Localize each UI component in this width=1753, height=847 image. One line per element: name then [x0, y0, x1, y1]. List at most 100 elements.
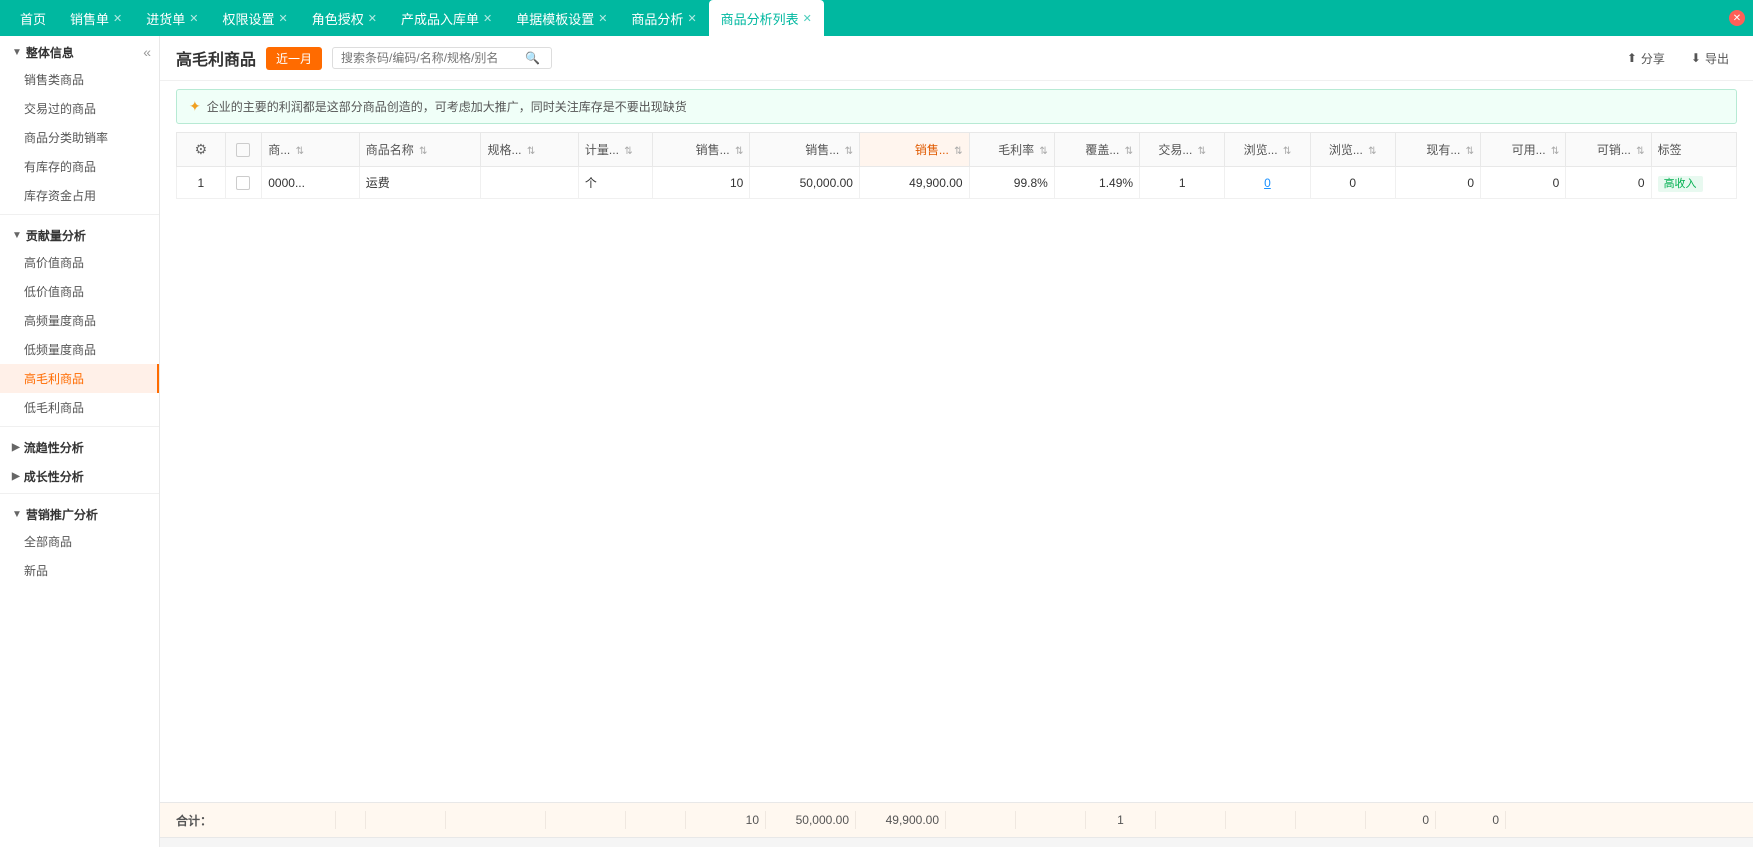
col-header-coverage[interactable]: 覆盖... ⇅ [1054, 133, 1139, 167]
col-header-index[interactable]: ⚙ [177, 133, 226, 167]
col-header-sale2[interactable]: 销售... ⇅ [750, 133, 860, 167]
top-nav: 首页 销售单 ✕ 进货单 ✕ 权限设置 ✕ 角色授权 ✕ 产成品入库单 ✕ 单据… [0, 0, 1753, 36]
sidebar-item-category-rate[interactable]: 商品分类助销率 [0, 123, 159, 152]
sidebar-collapse-button[interactable]: « [143, 44, 151, 60]
cell-browse1[interactable]: 0 [1225, 167, 1310, 199]
sidebar-item-new-goods[interactable]: 新品 [0, 556, 159, 585]
nav-roles[interactable]: 角色授权 ✕ [300, 0, 389, 36]
col-header-unit[interactable]: 计量... ⇅ [578, 133, 652, 167]
row-checkbox[interactable] [236, 176, 250, 190]
nav-sales-close[interactable]: ✕ [113, 12, 122, 25]
sidebar-group-overview[interactable]: ▼ 整体信息 [0, 36, 159, 65]
sort-icon-13: ⇅ [1466, 146, 1474, 157]
arrow-icon-5: ▼ [12, 509, 22, 520]
nav-templates-close[interactable]: ✕ [598, 12, 607, 25]
sidebar-item-all-goods[interactable]: 全部商品 [0, 527, 159, 556]
sidebar-item-sales-goods[interactable]: 销售类商品 [0, 65, 159, 94]
info-banner: ✦ 企业的主要的利润都是这部分商品创造的，可考虑加大推广，同时关注库存是不要出现… [176, 89, 1737, 124]
sort-icon-7: ⇅ [954, 146, 962, 157]
nav-analytics[interactable]: 商品分析 ✕ [619, 0, 708, 36]
nav-analytics-close[interactable]: ✕ [687, 12, 696, 25]
bottom-scrollbar[interactable] [160, 837, 1753, 847]
sidebar-item-low-freq[interactable]: 低频量度商品 [0, 335, 159, 364]
col-header-browse2[interactable]: 浏览... ⇅ [1310, 133, 1395, 167]
sidebar-item-high-margin[interactable]: 高毛利商品 [0, 364, 159, 393]
cell-check[interactable] [225, 167, 262, 199]
search-icon[interactable]: 🔍 [525, 51, 540, 65]
cell-browse2: 0 [1310, 167, 1395, 199]
sidebar-item-stock-goods[interactable]: 有库存的商品 [0, 152, 159, 181]
sidebar-group-growth[interactable]: ▶ 成长性分析 [0, 460, 159, 489]
sidebar-group-trend[interactable]: ▶ 流趋性分析 [0, 431, 159, 460]
window-close-button[interactable]: ✕ [1729, 10, 1745, 26]
nav-products[interactable]: 产成品入库单 ✕ [389, 0, 504, 36]
sort-icon: ⇅ [296, 146, 304, 157]
header-checkbox[interactable] [236, 143, 250, 157]
table-body: 1 0000... 运费 [177, 167, 1737, 199]
col-header-stock1[interactable]: 现有... ⇅ [1395, 133, 1480, 167]
sidebar: « ▼ 整体信息 销售类商品 交易过的商品 商品分类助销率 有库存的商品 库存资… [0, 36, 160, 847]
table-wrapper[interactable]: ⚙ 商... ⇅ 商品名称 ⇅ [176, 132, 1737, 802]
arrow-icon-2: ▼ [12, 230, 22, 241]
table-row: 1 0000... 运费 [177, 167, 1737, 199]
col-header-name[interactable]: 商品名称 ⇅ [359, 133, 481, 167]
nav-templates[interactable]: 单据模板设置 ✕ [504, 0, 619, 36]
sidebar-item-low-value[interactable]: 低价值商品 [0, 277, 159, 306]
cell-name: 运费 [359, 167, 481, 199]
cell-sale1: 10 [652, 167, 749, 199]
share-button[interactable]: ⬆ 分享 [1619, 47, 1673, 70]
sidebar-item-high-freq[interactable]: 高频量度商品 [0, 306, 159, 335]
sidebar-item-high-value[interactable]: 高价值商品 [0, 248, 159, 277]
nav-purchase-close[interactable]: ✕ [189, 12, 198, 25]
nav-products-close[interactable]: ✕ [483, 12, 492, 25]
sidebar-item-capital[interactable]: 库存资金占用 [0, 181, 159, 210]
sort-icon-9: ⇅ [1125, 146, 1133, 157]
sidebar-item-traded-goods[interactable]: 交易过的商品 [0, 94, 159, 123]
col-header-trade[interactable]: 交易... ⇅ [1140, 133, 1225, 167]
gear-icon[interactable]: ⚙ [195, 141, 208, 158]
cell-profit-rate: 99.8% [969, 167, 1054, 199]
col-header-check[interactable] [225, 133, 262, 167]
sort-icon-4: ⇅ [624, 146, 632, 157]
col-header-code[interactable]: 商... ⇅ [262, 133, 359, 167]
cell-stock3: 0 [1566, 167, 1651, 199]
nav-sales[interactable]: 销售单 ✕ [58, 0, 134, 36]
col-header-sale3[interactable]: 销售... ⇅ [859, 133, 969, 167]
col-header-spec[interactable]: 规格... ⇅ [481, 133, 578, 167]
nav-permissions-close[interactable]: ✕ [279, 12, 288, 25]
nav-permissions[interactable]: 权限设置 ✕ [210, 0, 299, 36]
arrow-icon-4: ▶ [12, 471, 20, 482]
col-header-profit[interactable]: 毛利率 ⇅ [969, 133, 1054, 167]
col-header-browse1[interactable]: 浏览... ⇅ [1225, 133, 1310, 167]
sort-icon-11: ⇅ [1283, 146, 1291, 157]
export-button[interactable]: ⬇ 导出 [1683, 47, 1737, 70]
col-header-stock3[interactable]: 可销... ⇅ [1566, 133, 1651, 167]
table-header-row: ⚙ 商... ⇅ 商品名称 ⇅ [177, 133, 1737, 167]
data-table: ⚙ 商... ⇅ 商品名称 ⇅ [176, 132, 1737, 199]
cell-tag: 高收入 [1651, 167, 1736, 199]
sort-icon-15: ⇅ [1636, 146, 1644, 157]
cell-code: 0000... [262, 167, 359, 199]
sidebar-item-low-margin[interactable]: 低毛利商品 [0, 393, 159, 422]
nav-home[interactable]: 首页 [8, 0, 58, 36]
sidebar-group-contribution[interactable]: ▼ 贡献量分析 [0, 219, 159, 248]
nav-purchase[interactable]: 进货单 ✕ [134, 0, 210, 36]
content-header: 高毛利商品 近一月 🔍 ⬆ 分享 ⬇ 导出 [160, 36, 1753, 81]
arrow-icon-3: ▶ [12, 442, 20, 453]
nav-analytics-list-close[interactable]: ✕ [803, 12, 812, 25]
time-filter-button[interactable]: 近一月 [266, 47, 322, 70]
sort-icon-3: ⇅ [527, 146, 535, 157]
summary-sale3: 49,900.00 [856, 811, 946, 829]
divider-3 [0, 493, 159, 494]
sidebar-group-marketing[interactable]: ▼ 营销推广分析 [0, 498, 159, 527]
search-input[interactable] [341, 51, 521, 65]
nav-analytics-list[interactable]: 商品分析列表 ✕ [709, 0, 824, 36]
col-header-tag[interactable]: 标签 [1651, 133, 1736, 167]
col-header-sale1[interactable]: 销售... ⇅ [652, 133, 749, 167]
summary-stock3: 0 [1436, 811, 1506, 829]
col-header-stock2[interactable]: 可用... ⇅ [1481, 133, 1566, 167]
cell-stock2: 0 [1481, 167, 1566, 199]
content-area: 高毛利商品 近一月 🔍 ⬆ 分享 ⬇ 导出 ✦ 企业的主要的利润都是这部分商品创… [160, 36, 1753, 847]
divider-2 [0, 426, 159, 427]
nav-roles-close[interactable]: ✕ [368, 12, 377, 25]
